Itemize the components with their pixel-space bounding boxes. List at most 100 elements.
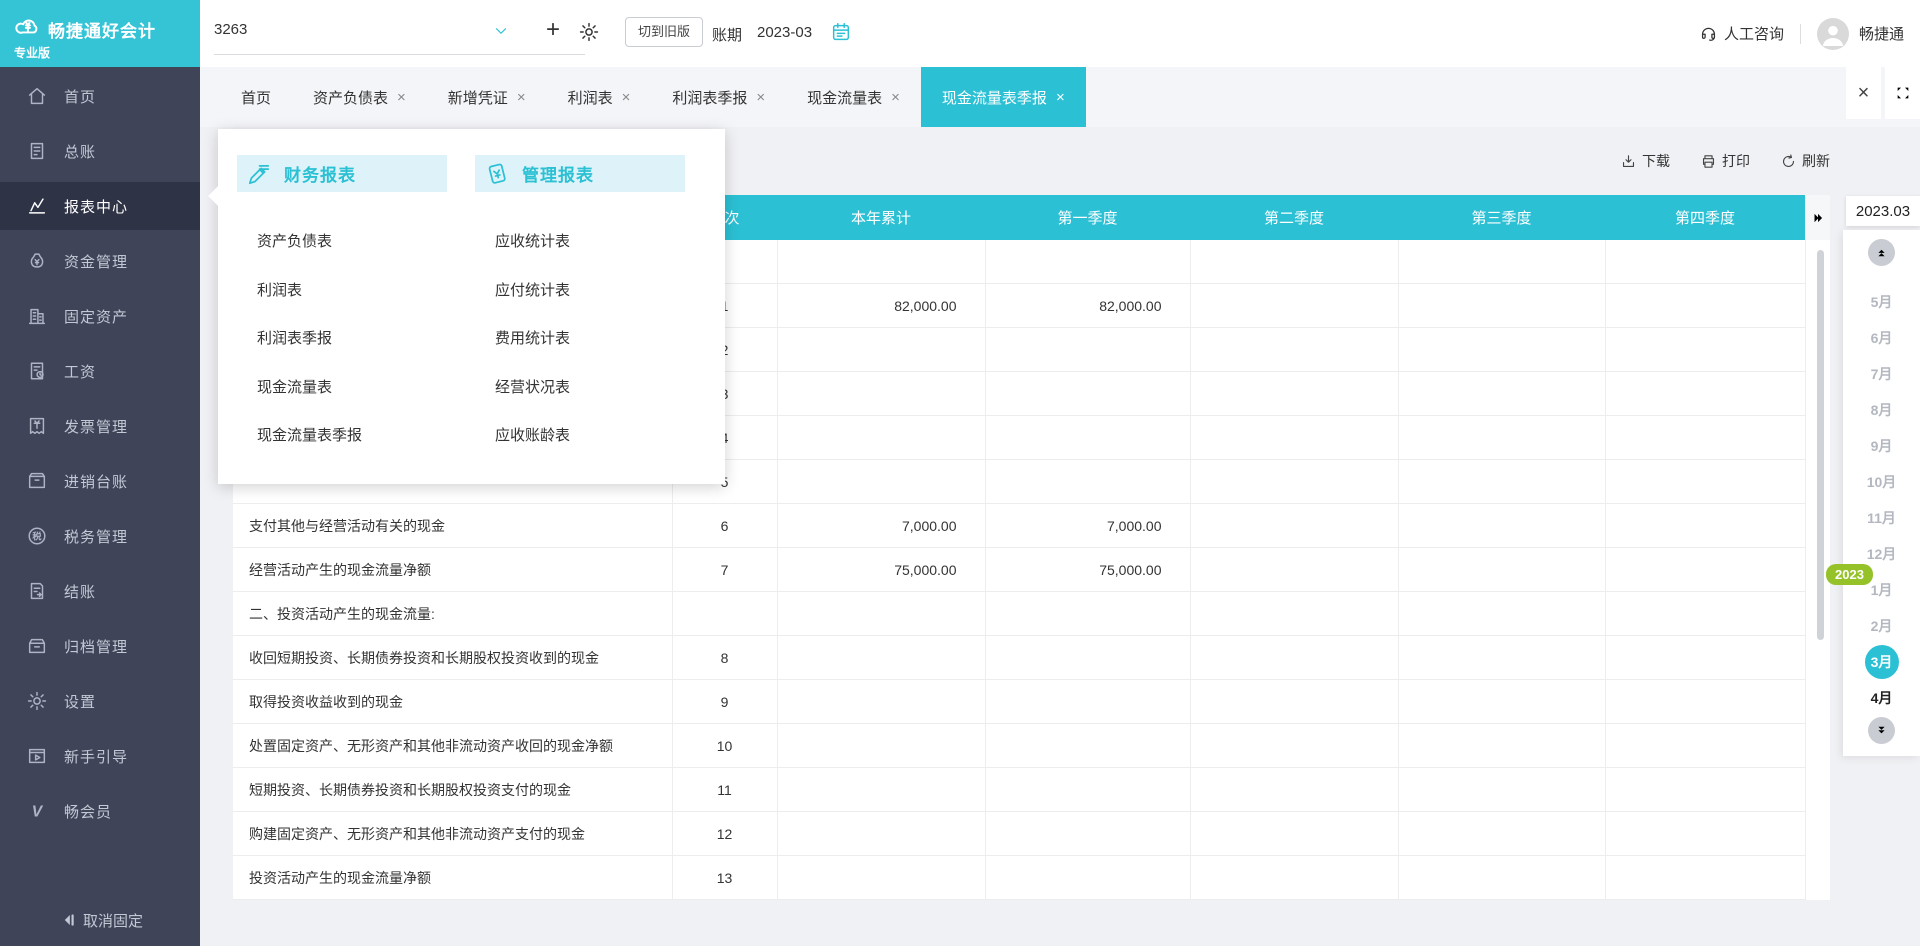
tab-close-icon[interactable]: × — [397, 89, 406, 106]
amount-cell — [1605, 680, 1805, 724]
expand-columns-icon[interactable] — [1805, 195, 1830, 240]
amount-cell — [1605, 724, 1805, 768]
account-select-value[interactable]: 3263 — [214, 21, 247, 38]
month-item-11月[interactable]: 11月 — [1843, 505, 1920, 531]
sidebar-item-tax[interactable]: 税税务管理 — [0, 512, 200, 560]
month-item-2月[interactable]: 2月 — [1843, 613, 1920, 639]
amount-cell — [1605, 328, 1805, 372]
tab-3[interactable]: 利润表× — [547, 67, 652, 127]
amount-cell — [777, 240, 985, 284]
section-title-label: 管理报表 — [522, 161, 594, 186]
month-item-8月[interactable]: 8月 — [1843, 397, 1920, 423]
period-value[interactable]: 2023-03 — [757, 24, 812, 41]
sidebar-item-archive[interactable]: 归档管理 — [0, 622, 200, 670]
report-menu-item[interactable]: 应收账龄表 — [495, 424, 570, 445]
tab-0[interactable]: 首页 — [220, 67, 292, 127]
tab-close-icon[interactable]: × — [756, 89, 765, 106]
current-period-badge[interactable]: 2023.03 — [1846, 196, 1920, 226]
month-label: 6月 — [1871, 328, 1893, 348]
sidebar-item-settings[interactable]: 设置 — [0, 677, 200, 725]
sidebar-item-payroll[interactable]: 工资 — [0, 347, 200, 395]
print-button[interactable]: 打印 — [1700, 151, 1750, 171]
download-button[interactable]: 下载 — [1620, 151, 1670, 171]
switch-old-version-button[interactable]: 切到旧版 — [625, 17, 703, 47]
amount-cell — [1190, 724, 1398, 768]
tab-list: 首页资产负债表×新增凭证×利润表×利润表季报×现金流量表×现金流量表季报× — [220, 67, 1086, 127]
amount-cell — [1605, 240, 1805, 284]
item-cell: 投资活动产生的现金流量净额 — [233, 856, 672, 900]
sidebar-item-home[interactable]: 首页 — [0, 72, 200, 120]
line-no-cell: 10 — [672, 724, 777, 768]
sidebar-item-invoices[interactable]: 发票管理 — [0, 402, 200, 450]
report-menu-item[interactable]: 资产负债表 — [257, 230, 332, 251]
tab-close-icon[interactable]: × — [891, 89, 900, 106]
table-row: 经营活动产生的现金流量净额775,000.0075,000.00 — [233, 548, 1805, 592]
chevron-down-icon[interactable] — [492, 22, 510, 40]
sidebar-item-inventory-ledger[interactable]: 进销台账 — [0, 457, 200, 505]
tab-1[interactable]: 资产负债表× — [292, 67, 427, 127]
fullscreen-icon[interactable] — [1885, 67, 1920, 119]
month-item-5月[interactable]: 5月 — [1843, 289, 1920, 315]
table-scrollbar-thumb[interactable] — [1817, 250, 1824, 640]
popup-arrow — [208, 186, 228, 206]
tab-2[interactable]: 新增凭证× — [427, 67, 547, 127]
unpin-sidebar-button[interactable]: 取消固定 — [0, 902, 200, 938]
amount-cell — [1398, 856, 1605, 900]
sidebar-item-fixed-assets[interactable]: 固定资产 — [0, 292, 200, 340]
tab-5[interactable]: 现金流量表× — [786, 67, 921, 127]
column-header: 第二季度 — [1190, 195, 1398, 240]
sidebar-item-label: 工资 — [64, 361, 96, 382]
report-menu-item[interactable]: 利润表季报 — [257, 327, 332, 348]
month-item-9月[interactable]: 9月 — [1843, 433, 1920, 459]
report-menu-item[interactable]: 经营状况表 — [495, 376, 570, 397]
sidebar-item-general-ledger[interactable]: 总账 — [0, 127, 200, 175]
support-button[interactable]: 人工咨询 — [1699, 23, 1784, 44]
month-item-3月[interactable]: 3月 — [1843, 649, 1920, 675]
unpin-icon — [57, 909, 79, 931]
svg-text:V: V — [32, 804, 44, 821]
gear-icon[interactable] — [578, 21, 600, 43]
sidebar-item-vip[interactable]: V畅会员 — [0, 787, 200, 835]
sidebar-item-beginner-guide[interactable]: 新手引导 — [0, 732, 200, 780]
tab-close-icon[interactable]: × — [1056, 89, 1065, 106]
amount-cell: 75,000.00 — [777, 548, 985, 592]
close-tabs-icon[interactable]: × — [1846, 67, 1881, 119]
line-no-cell: 6 — [672, 504, 777, 548]
sidebar-item-funds[interactable]: 资金管理 — [0, 237, 200, 285]
user-name[interactable]: 畅捷通 — [1859, 23, 1904, 44]
month-item-10月[interactable]: 10月 — [1843, 469, 1920, 495]
add-account-button[interactable]: + — [538, 16, 568, 44]
sidebar-item-closing[interactable]: 结账 — [0, 567, 200, 615]
report-menu-item[interactable]: 现金流量表 — [257, 376, 332, 397]
amount-cell — [1190, 504, 1398, 548]
sidebar-item-label: 设置 — [64, 691, 96, 712]
tab-close-icon[interactable]: × — [622, 89, 631, 106]
amount-cell — [1605, 812, 1805, 856]
month-item-4月[interactable]: 4月 — [1843, 685, 1920, 711]
amount-cell — [1605, 636, 1805, 680]
amount-cell — [985, 636, 1190, 680]
report-menu-item[interactable]: 应收统计表 — [495, 230, 570, 251]
amount-cell — [1605, 768, 1805, 812]
line-no-cell: 13 — [672, 856, 777, 900]
months-scroll-up-button[interactable] — [1868, 239, 1895, 266]
months-scroll-down-button[interactable] — [1868, 717, 1895, 744]
sidebar-item-report-center[interactable]: 报表中心 — [0, 182, 200, 230]
month-label: 12月 — [1867, 544, 1897, 564]
report-menu-item[interactable]: 利润表 — [257, 279, 302, 300]
sidebar-item-label: 报表中心 — [64, 196, 128, 217]
month-item-6月[interactable]: 6月 — [1843, 325, 1920, 351]
calendar-icon[interactable] — [830, 21, 852, 43]
table-row: 购建固定资产、无形资产和其他非流动资产支付的现金12 — [233, 812, 1805, 856]
month-item-7月[interactable]: 7月 — [1843, 361, 1920, 387]
tab-6[interactable]: 现金流量表季报× — [921, 67, 1086, 127]
tab-close-icon[interactable]: × — [517, 89, 526, 106]
report-menu-item[interactable]: 应付统计表 — [495, 279, 570, 300]
amount-cell: 7,000.00 — [777, 504, 985, 548]
tax-icon: 税 — [26, 525, 48, 547]
avatar[interactable] — [1817, 18, 1849, 50]
tab-4[interactable]: 利润表季报× — [651, 67, 786, 127]
refresh-button[interactable]: 刷新 — [1780, 151, 1830, 171]
report-menu-item[interactable]: 现金流量表季报 — [257, 424, 362, 445]
report-menu-item[interactable]: 费用统计表 — [495, 327, 570, 348]
